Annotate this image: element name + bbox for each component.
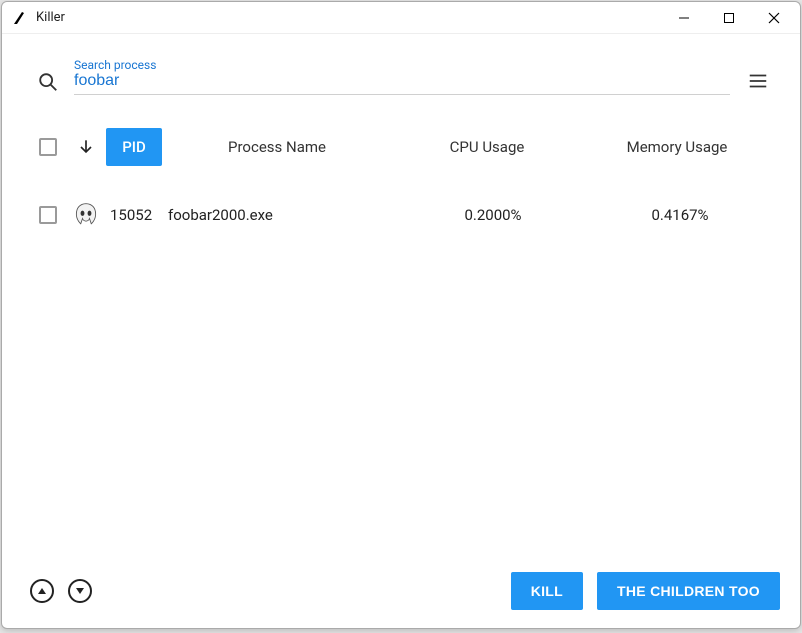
column-header-pid[interactable]: PID [106,128,162,166]
scroll-up-button[interactable] [30,579,54,603]
window-controls [661,3,796,33]
menu-button[interactable] [744,67,772,95]
sort-direction-icon[interactable] [66,137,106,157]
cell-pid: 15052 [106,206,162,224]
column-header-name[interactable]: Process Name [162,138,392,156]
cell-cpu: 0.2000% [398,206,588,224]
titlebar: Killer [2,2,800,34]
content-area: Search process PID Process Na [2,34,800,564]
search-row: Search process [30,52,772,101]
table-row[interactable]: 15052 foobar2000.exe 0.2000% 0.4167% [30,195,772,235]
table-header: PID Process Name CPU Usage Memory Usage [30,125,772,169]
search-field[interactable]: Search process [74,58,730,95]
select-all-checkbox[interactable] [30,138,66,156]
app-icon [12,10,28,26]
kill-children-button[interactable]: THE CHILDREN TOO [597,572,780,610]
column-header-mem[interactable]: Memory Usage [582,138,772,156]
search-icon [36,71,60,95]
search-input[interactable] [74,72,730,92]
close-button[interactable] [751,3,796,33]
column-header-cpu[interactable]: CPU Usage [392,138,582,156]
cell-mem: 0.4167% [588,206,772,224]
scroll-down-button[interactable] [68,579,92,603]
process-icon [66,201,106,229]
app-window: Killer Search process [1,1,801,629]
window-title: Killer [36,10,661,25]
pid-header-chip: PID [106,128,162,166]
cell-name: foobar2000.exe [168,206,398,224]
footer: KILL THE CHILDREN TOO [2,564,800,628]
minimize-button[interactable] [661,3,706,33]
row-checkbox[interactable] [30,206,66,224]
kill-button[interactable]: KILL [511,572,583,610]
search-label: Search process [74,58,730,72]
maximize-button[interactable] [706,3,751,33]
